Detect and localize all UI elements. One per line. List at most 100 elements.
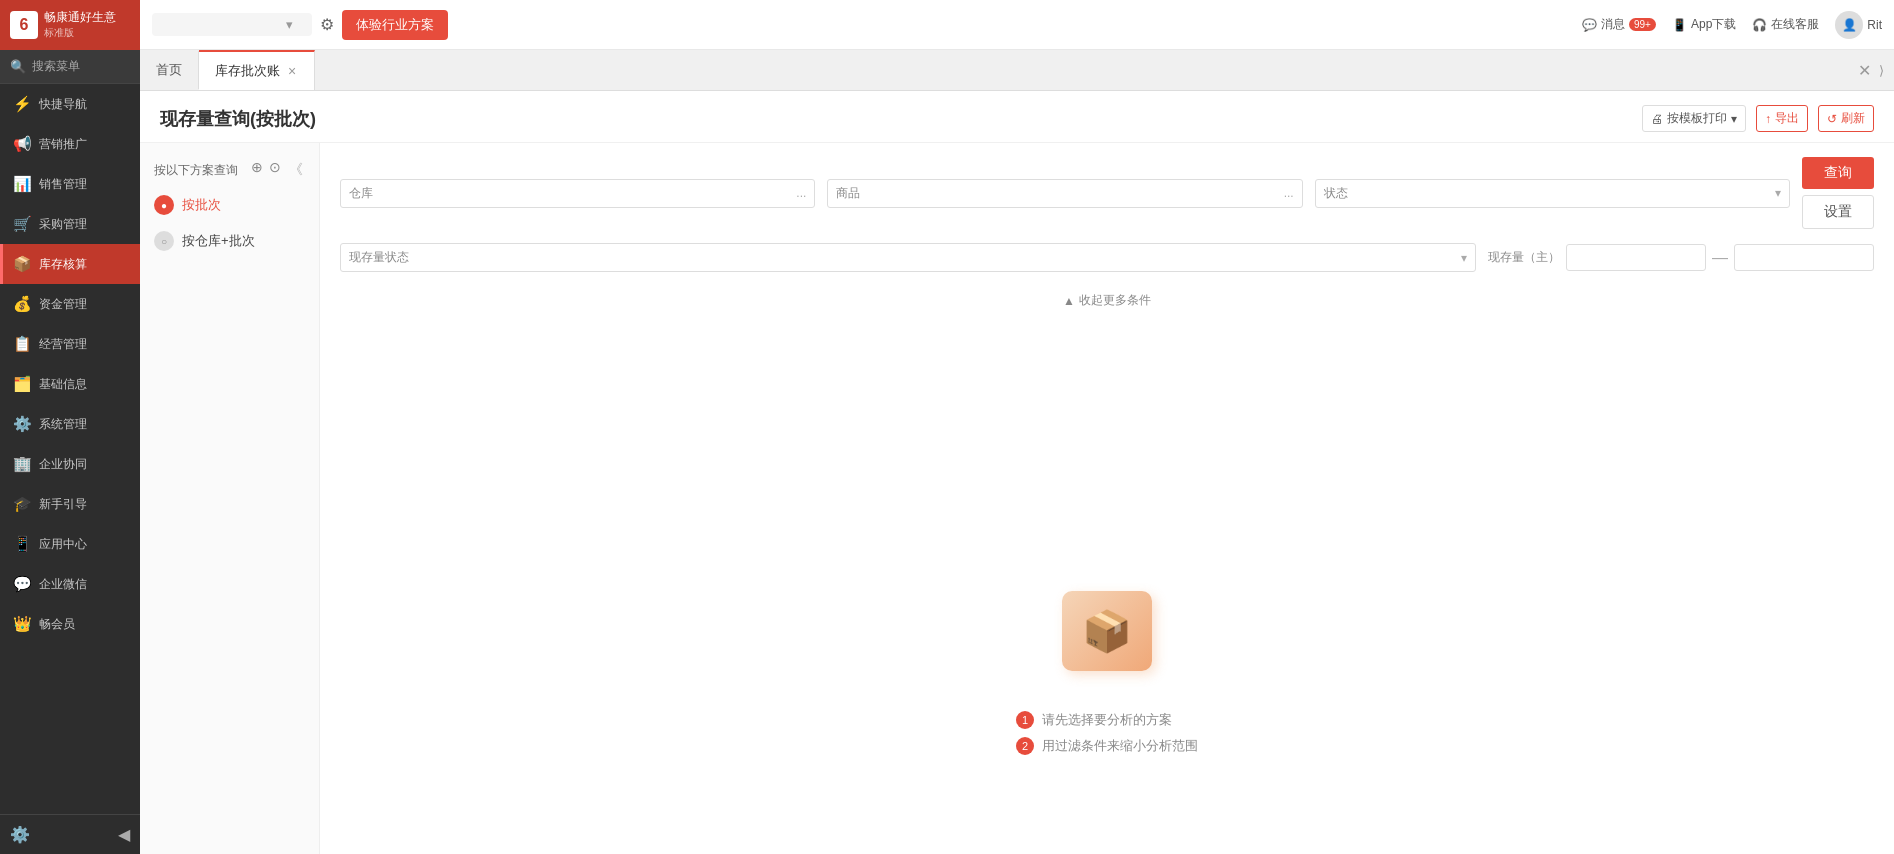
inventory-qty-from[interactable] — [1566, 244, 1706, 271]
sidebar-nav: ⚡ 快捷导航 📢 营销推广 📊 销售管理 🛒 采购管理 📦 库存核算 💰 资金管… — [0, 84, 140, 814]
sidebar-collapse-icon[interactable]: ◀ — [118, 825, 130, 844]
sidebar-item-enterprise[interactable]: 🏢 企业协同 — [0, 444, 140, 484]
main-area: ▾ ⚙ 体验行业方案 💬 消息 99+ 📱 App下载 🎧 在线客服 👤 Rit — [140, 0, 1894, 854]
query-action-btns: 查询 设置 — [1802, 157, 1874, 229]
hint-num-2: 2 — [1016, 737, 1034, 755]
sidebar-item-quick-nav[interactable]: ⚡ 快捷导航 — [0, 84, 140, 124]
plan-by-batch-label: 按批次 — [182, 196, 221, 214]
nav-label-new-guide: 新手引导 — [39, 496, 87, 513]
content-header: 现存量查询(按批次) 🖨 按模板打印 ▾ ↑ 导出 ↺ 刷新 — [140, 91, 1894, 143]
page-title: 现存量查询(按批次) — [160, 107, 316, 131]
sidebar-item-inventory[interactable]: 📦 库存核算 — [0, 244, 140, 284]
inventory-status-wrap[interactable]: 现存量状态 ▾ — [340, 243, 1476, 272]
sidebar-item-sales[interactable]: 📊 销售管理 — [0, 164, 140, 204]
close-panel-btn[interactable]: ✕ — [1858, 61, 1871, 80]
nav-label-sales: 销售管理 — [39, 176, 87, 193]
sidebar-item-basics[interactable]: 🗂️ 基础信息 — [0, 364, 140, 404]
sidebar-item-system[interactable]: ⚙️ 系统管理 — [0, 404, 140, 444]
left-panel-title: 按以下方案查询 — [154, 162, 238, 179]
nav-icon-operations: 📋 — [13, 335, 31, 353]
sidebar-item-new-guide[interactable]: 🎓 新手引导 — [0, 484, 140, 524]
experience-btn[interactable]: 体验行业方案 — [342, 10, 448, 40]
nav-icon-quick-nav: ⚡ — [13, 95, 31, 113]
tab-home[interactable]: 首页 — [140, 51, 199, 89]
add-plan-icon[interactable]: ⊕ — [251, 159, 263, 181]
sidebar-item-operations[interactable]: 📋 经营管理 — [0, 324, 140, 364]
hint-num-1: 1 — [1016, 711, 1034, 729]
expand-btn[interactable]: ⟩ — [1879, 63, 1884, 78]
settings-plan-icon[interactable]: ⊙ — [269, 159, 281, 181]
hint-item-1: 1 请先选择要分析的方案 — [1016, 711, 1198, 729]
nav-icon-sales: 📊 — [13, 175, 31, 193]
product-label: 商品 — [836, 185, 860, 202]
warehouse-more-icon[interactable]: ... — [796, 186, 806, 200]
online-service-label: 在线客服 — [1771, 16, 1819, 33]
nav-label-marketing: 营销推广 — [39, 136, 87, 153]
warehouse-field: 仓库 ... — [340, 179, 815, 208]
warehouse-input[interactable] — [379, 186, 796, 201]
sidebar-item-app-center[interactable]: 📱 应用中心 — [0, 524, 140, 564]
message-badge: 99+ — [1629, 18, 1656, 31]
nav-label-basics: 基础信息 — [39, 376, 87, 393]
plan-item-by-batch[interactable]: ● 按批次 — [140, 187, 319, 223]
nav-icon-enterprise-wechat: 💬 — [13, 575, 31, 593]
topbar-dropdown-icon[interactable]: ▾ — [286, 17, 293, 32]
query-btn[interactable]: 查询 — [1802, 157, 1874, 189]
empty-illustration: 📦 — [1047, 571, 1167, 691]
collapse-more-btn[interactable]: ▲ 收起更多条件 — [340, 286, 1874, 315]
export-btn[interactable]: ↑ 导出 — [1756, 105, 1808, 132]
nav-icon-inventory: 📦 — [13, 255, 31, 273]
sidebar-item-marketing[interactable]: 📢 营销推广 — [0, 124, 140, 164]
search-icon: 🔍 — [10, 59, 26, 74]
warehouse-input-wrap[interactable]: 仓库 ... — [340, 179, 815, 208]
tab-home-label: 首页 — [156, 61, 182, 79]
online-service-item[interactable]: 🎧 在线客服 — [1752, 16, 1819, 33]
tabs-bar: 首页 库存批次账 × ✕ ⟩ — [140, 50, 1894, 91]
sidebar-item-finance[interactable]: 💰 资金管理 — [0, 284, 140, 324]
sidebar-settings-icon[interactable]: ⚙️ — [10, 825, 30, 844]
range-dash: — — [1712, 249, 1728, 267]
content-area: 现存量查询(按批次) 🖨 按模板打印 ▾ ↑ 导出 ↺ 刷新 — [140, 91, 1894, 854]
sidebar-item-vip[interactable]: 👑 畅会员 — [0, 604, 140, 644]
sidebar-header: 6 畅康通好生意 标准版 — [0, 0, 140, 50]
nav-label-system: 系统管理 — [39, 416, 87, 433]
nav-icon-new-guide: 🎓 — [13, 495, 31, 513]
message-label: 消息 — [1601, 16, 1625, 33]
nav-icon-system: ⚙️ — [13, 415, 31, 433]
inventory-qty-label: 现存量（主） — [1488, 249, 1560, 266]
settings-btn[interactable]: 设置 — [1802, 195, 1874, 229]
user-area[interactable]: 👤 Rit — [1835, 11, 1882, 39]
nav-label-enterprise-wechat: 企业微信 — [39, 576, 87, 593]
app-download-item[interactable]: 📱 App下载 — [1672, 16, 1736, 33]
inventory-qty-to[interactable] — [1734, 244, 1874, 271]
status-chevron-icon: ▾ — [1775, 186, 1781, 200]
print-btn[interactable]: 🖨 按模板打印 ▾ — [1642, 105, 1746, 132]
status-select-wrap[interactable]: 状态 ▾ — [1315, 179, 1790, 208]
product-input[interactable] — [866, 186, 1283, 201]
warehouse-label: 仓库 — [349, 185, 373, 202]
inventory-qty-wrap: 现存量（主） — — [1488, 244, 1874, 271]
collapse-left-icon[interactable]: 《 — [287, 159, 305, 181]
plan-item-by-warehouse-batch[interactable]: ○ 按仓库+批次 — [140, 223, 319, 259]
print-dropdown-icon: ▾ — [1731, 112, 1737, 126]
refresh-btn[interactable]: ↺ 刷新 — [1818, 105, 1874, 132]
tab-inventory-batch[interactable]: 库存批次账 × — [199, 50, 315, 90]
message-item[interactable]: 💬 消息 99+ — [1582, 16, 1656, 33]
tab-close-btn[interactable]: × — [286, 63, 298, 79]
product-more-icon[interactable]: ... — [1284, 186, 1294, 200]
print-icon: 🖨 — [1651, 112, 1663, 126]
empty-state: 📦 1 请先选择要分析的方案 2 用过滤条件来缩小分析范围 — [320, 473, 1894, 855]
headset-icon: 🎧 — [1752, 18, 1767, 32]
product-input-wrap[interactable]: 商品 ... — [827, 179, 1302, 208]
nav-icon-marketing: 📢 — [13, 135, 31, 153]
nav-icon-finance: 💰 — [13, 295, 31, 313]
sidebar-search[interactable]: 🔍 搜索菜单 — [0, 50, 140, 84]
nav-label-purchase: 采购管理 — [39, 216, 87, 233]
nav-icon-basics: 🗂️ — [13, 375, 31, 393]
sidebar-item-purchase[interactable]: 🛒 采购管理 — [0, 204, 140, 244]
topbar-settings-icon[interactable]: ⚙ — [320, 15, 334, 34]
hint-item-2: 2 用过滤条件来缩小分析范围 — [1016, 737, 1198, 755]
sidebar-item-enterprise-wechat[interactable]: 💬 企业微信 — [0, 564, 140, 604]
user-name: Rit — [1867, 18, 1882, 32]
topbar-search-input[interactable] — [162, 18, 282, 32]
